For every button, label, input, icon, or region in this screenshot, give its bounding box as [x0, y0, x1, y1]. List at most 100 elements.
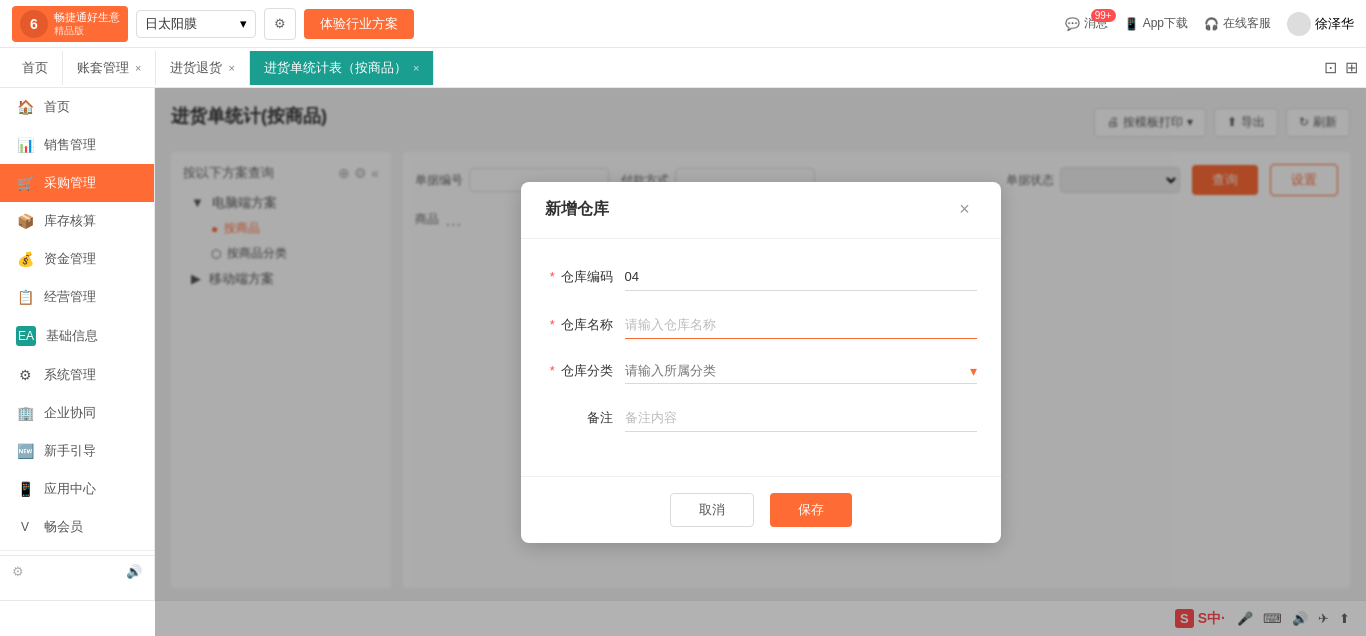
name-field-label: * 仓库名称: [545, 316, 625, 334]
tab-stats[interactable]: 进货单统计表（按商品） ×: [250, 51, 434, 85]
tab-home-label: 首页: [22, 59, 48, 77]
sidebar-item-operations[interactable]: 📋 经营管理: [0, 278, 154, 316]
tab-restore-button[interactable]: ⊡: [1324, 58, 1337, 77]
home-icon: 🏠: [16, 98, 34, 116]
category-select-input[interactable]: [625, 363, 970, 378]
sidebar-item-system[interactable]: ⚙ 系统管理: [0, 356, 154, 394]
code-field-label: * 仓库编码: [545, 268, 625, 286]
tab-returns-label: 进货退货: [170, 59, 222, 77]
sidebar-item-home[interactable]: 🏠 首页: [0, 88, 154, 126]
tab-account[interactable]: 账套管理 ×: [63, 51, 156, 85]
sidebar-item-enterprise[interactable]: 🏢 企业协同: [0, 394, 154, 432]
tab-stats-close[interactable]: ×: [413, 62, 419, 74]
code-field-row: * 仓库编码: [545, 263, 977, 291]
sidebar: 🏠 首页 📊 销售管理 🛒 采购管理 📦 库存核算 💰 资金管理 📋 经营管理 …: [0, 88, 155, 636]
modal-close-button[interactable]: ×: [953, 198, 977, 222]
sidebar-label-inventory: 库存核算: [44, 212, 96, 230]
app-download-button[interactable]: 📱 App下载: [1124, 15, 1188, 32]
username: 徐泽华: [1315, 15, 1354, 33]
sidebar-item-purchase[interactable]: 🛒 采购管理: [0, 164, 154, 202]
settings-button[interactable]: ⚙: [264, 8, 296, 40]
guide-icon: 🆕: [16, 442, 34, 460]
modal-body: * 仓库编码 * 仓库名称: [521, 239, 1001, 476]
user-avatar-icon: [1287, 12, 1311, 36]
required-star-category: *: [550, 363, 555, 378]
message-button[interactable]: 💬 消息 99+: [1065, 15, 1108, 32]
inventory-icon: 📦: [16, 212, 34, 230]
tab-right-actions: ⊡ ⊞: [1324, 58, 1358, 77]
trial-button[interactable]: 体验行业方案: [304, 9, 414, 39]
sidebar-item-finance[interactable]: 💰 资金管理: [0, 240, 154, 278]
modal-header: 新增仓库 ×: [521, 182, 1001, 239]
system-icon: ⚙: [16, 366, 34, 384]
tab-bar: 首页 账套管理 × 进货退货 × 进货单统计表（按商品） × ⊡ ⊞: [0, 48, 1366, 88]
sidebar-bottom: ⚙ 🔊: [0, 555, 154, 587]
cancel-button[interactable]: 取消: [670, 493, 754, 527]
tab-account-label: 账套管理: [77, 59, 129, 77]
vip-icon: V: [16, 518, 34, 536]
required-star-name: *: [550, 317, 555, 332]
apps-icon: 📱: [16, 480, 34, 498]
volume-icon[interactable]: 🔊: [126, 564, 142, 579]
store-name: 日太阳膜: [145, 15, 236, 33]
enterprise-icon: 🏢: [16, 404, 34, 422]
sidebar-label-guide: 新手引导: [44, 442, 96, 460]
warehouse-name-input[interactable]: [625, 311, 977, 339]
save-button[interactable]: 保存: [770, 493, 852, 527]
logo-text: 畅捷通好生意 精品版: [54, 10, 120, 37]
message-icon: 💬: [1065, 17, 1080, 31]
top-header: 6 畅捷通好生意 精品版 日太阳膜 ▾ ⚙ 体验行业方案 💬 消息 99+ 📱 …: [0, 0, 1366, 48]
sidebar-label-vip: 畅会员: [44, 518, 83, 536]
sidebar-item-basic-info[interactable]: EA 基础信息: [0, 316, 154, 356]
sidebar-label-system: 系统管理: [44, 366, 96, 384]
category-dropdown-icon[interactable]: ▾: [970, 363, 977, 379]
modal-overlay: 新增仓库 × * 仓库编码 *: [155, 88, 1366, 636]
sidebar-label-basic-info: 基础信息: [46, 327, 98, 345]
sidebar-item-sales[interactable]: 📊 销售管理: [0, 126, 154, 164]
modal-footer: 取消 保存: [521, 476, 1001, 543]
tab-returns-close[interactable]: ×: [228, 62, 234, 74]
sidebar-label-enterprise: 企业协同: [44, 404, 96, 422]
sidebar-item-vip[interactable]: V 畅会员: [0, 508, 154, 546]
finance-icon: 💰: [16, 250, 34, 268]
tab-home[interactable]: 首页: [8, 51, 63, 85]
basic-info-icon: EA: [16, 326, 36, 346]
app-label: App下载: [1143, 15, 1188, 32]
logo-area: 6 畅捷通好生意 精品版: [12, 6, 128, 42]
note-field-label: 备注: [545, 409, 625, 427]
settings-bottom-icon[interactable]: ⚙: [12, 564, 24, 579]
sidebar-item-apps[interactable]: 📱 应用中心: [0, 470, 154, 508]
sidebar-label-finance: 资金管理: [44, 250, 96, 268]
tab-returns[interactable]: 进货退货 ×: [156, 51, 249, 85]
operations-icon: 📋: [16, 288, 34, 306]
service-label: 在线客服: [1223, 15, 1271, 32]
sidebar-item-guide[interactable]: 🆕 新手引导: [0, 432, 154, 470]
category-field-row: * 仓库分类 ▾: [545, 359, 977, 384]
add-warehouse-modal: 新增仓库 × * 仓库编码 *: [521, 182, 1001, 543]
store-selector[interactable]: 日太阳膜 ▾: [136, 10, 256, 38]
warehouse-note-input[interactable]: [625, 404, 977, 432]
note-field-row: 备注: [545, 404, 977, 432]
chevron-down-icon: ▾: [240, 16, 247, 31]
sidebar-label-apps: 应用中心: [44, 480, 96, 498]
online-service-button[interactable]: 🎧 在线客服: [1204, 15, 1271, 32]
user-menu[interactable]: 徐泽华: [1287, 12, 1354, 36]
sidebar-label-purchase: 采购管理: [44, 174, 96, 192]
sidebar-item-inventory[interactable]: 📦 库存核算: [0, 202, 154, 240]
category-select[interactable]: ▾: [625, 359, 977, 384]
headset-icon: 🎧: [1204, 17, 1219, 31]
sidebar-label-home: 首页: [44, 98, 70, 116]
sidebar-label-sales: 销售管理: [44, 136, 96, 154]
warehouse-code-input[interactable]: [625, 263, 977, 291]
tab-stats-label: 进货单统计表（按商品）: [264, 59, 407, 77]
tab-fullscreen-button[interactable]: ⊞: [1345, 58, 1358, 77]
sidebar-label-operations: 经营管理: [44, 288, 96, 306]
tab-account-close[interactable]: ×: [135, 62, 141, 74]
mobile-icon: 📱: [1124, 17, 1139, 31]
category-field-label: * 仓库分类: [545, 362, 625, 380]
sales-icon: 📊: [16, 136, 34, 154]
logo-icon: 6: [20, 10, 48, 38]
purchase-icon: 🛒: [16, 174, 34, 192]
gear-icon: ⚙: [274, 16, 286, 31]
name-field-row: * 仓库名称: [545, 311, 977, 339]
